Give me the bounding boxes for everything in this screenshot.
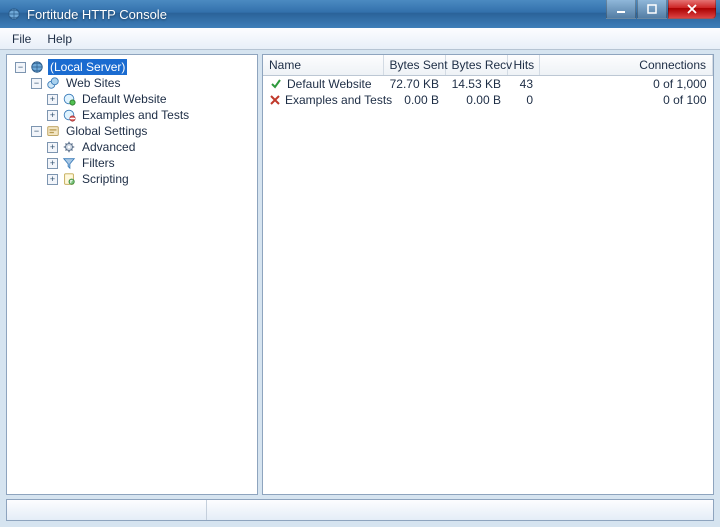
tree-examples[interactable]: + Examples and Tests [9,107,255,123]
tree-filters[interactable]: + Filters [9,155,255,171]
tree-websites-label[interactable]: Web Sites [64,75,122,91]
cell-connections: 0 of 100 [539,92,713,108]
table-row[interactable]: Examples and Tests 0.00 B 0.00 B 0 0 of … [263,92,713,108]
sites-table[interactable]: Name Bytes Sent Bytes Recv Hits Connecti… [263,55,713,108]
tree-global-settings-label[interactable]: Global Settings [64,123,149,139]
toggle-scripting[interactable]: + [47,174,58,185]
toggle-root[interactable]: − [15,62,26,73]
tree-global-settings[interactable]: − Global Settings [9,123,255,139]
tree-examples-label[interactable]: Examples and Tests [80,107,191,123]
cell-connections: 0 of 1,000 [539,76,713,93]
tree-pane: − (Local Server) − Web Sites [6,54,258,495]
tree-advanced-label[interactable]: Advanced [80,139,137,155]
menubar: File Help [0,28,720,50]
cell-bytes-recv: 0.00 B [445,92,507,108]
maximize-button[interactable] [637,0,667,19]
client-area: − (Local Server) − Web Sites [0,50,720,527]
col-bytes-sent[interactable]: Bytes Sent [383,55,445,76]
cell-hits: 0 [507,92,539,108]
site-err-icon [61,107,77,123]
menu-help[interactable]: Help [39,30,80,48]
scripting-icon [61,171,77,187]
col-connections[interactable]: Connections [539,55,713,76]
toggle-websites[interactable]: − [31,78,42,89]
col-bytes-recv[interactable]: Bytes Recv [445,55,507,76]
window-controls [606,0,716,19]
toggle-advanced[interactable]: + [47,142,58,153]
tree-scripting-label[interactable]: Scripting [80,171,131,187]
app-icon [6,6,22,22]
list-pane: Name Bytes Sent Bytes Recv Hits Connecti… [262,54,714,495]
cell-bytes-recv: 14.53 KB [445,76,507,93]
toggle-global-settings[interactable]: − [31,126,42,137]
site-ok-icon [61,91,77,107]
toggle-filters[interactable]: + [47,158,58,169]
toggle-default-website[interactable]: + [47,94,58,105]
statusbar [6,499,714,521]
server-tree[interactable]: − (Local Server) − Web Sites [7,55,257,191]
tree-advanced[interactable]: + Advanced [9,139,255,155]
sites-icon [45,75,61,91]
minimize-button[interactable] [606,0,636,19]
tree-filters-label[interactable]: Filters [80,155,117,171]
tree-scripting[interactable]: + Scripting [9,171,255,187]
status-cell-2 [207,500,713,520]
table-header-row[interactable]: Name Bytes Sent Bytes Recv Hits Connecti… [263,55,713,76]
filters-icon [61,155,77,171]
gear-icon [61,139,77,155]
cell-bytes-sent: 72.70 KB [383,76,445,93]
tree-root-label[interactable]: (Local Server) [48,59,127,75]
table-row[interactable]: Default Website 72.70 KB 14.53 KB 43 0 o… [263,76,713,93]
col-name[interactable]: Name [263,55,383,76]
check-icon [269,77,283,91]
close-button[interactable] [668,0,716,19]
menu-file[interactable]: File [4,30,39,48]
titlebar: Fortitude HTTP Console [0,0,720,28]
x-icon [269,93,281,107]
status-cell-1 [7,500,207,520]
tree-websites[interactable]: − Web Sites [9,75,255,91]
tree-default-website-label[interactable]: Default Website [80,91,169,107]
tree-root[interactable]: − (Local Server) [9,59,255,75]
settings-icon [45,123,61,139]
cell-name: Examples and Tests [285,93,392,107]
tree-default-website[interactable]: + Default Website [9,91,255,107]
toggle-examples[interactable]: + [47,110,58,121]
cell-bytes-sent: 0.00 B [383,92,445,108]
window-title: Fortitude HTTP Console [27,7,167,22]
cell-name: Default Website [287,77,372,91]
cell-hits: 43 [507,76,539,93]
globe-icon [29,59,45,75]
